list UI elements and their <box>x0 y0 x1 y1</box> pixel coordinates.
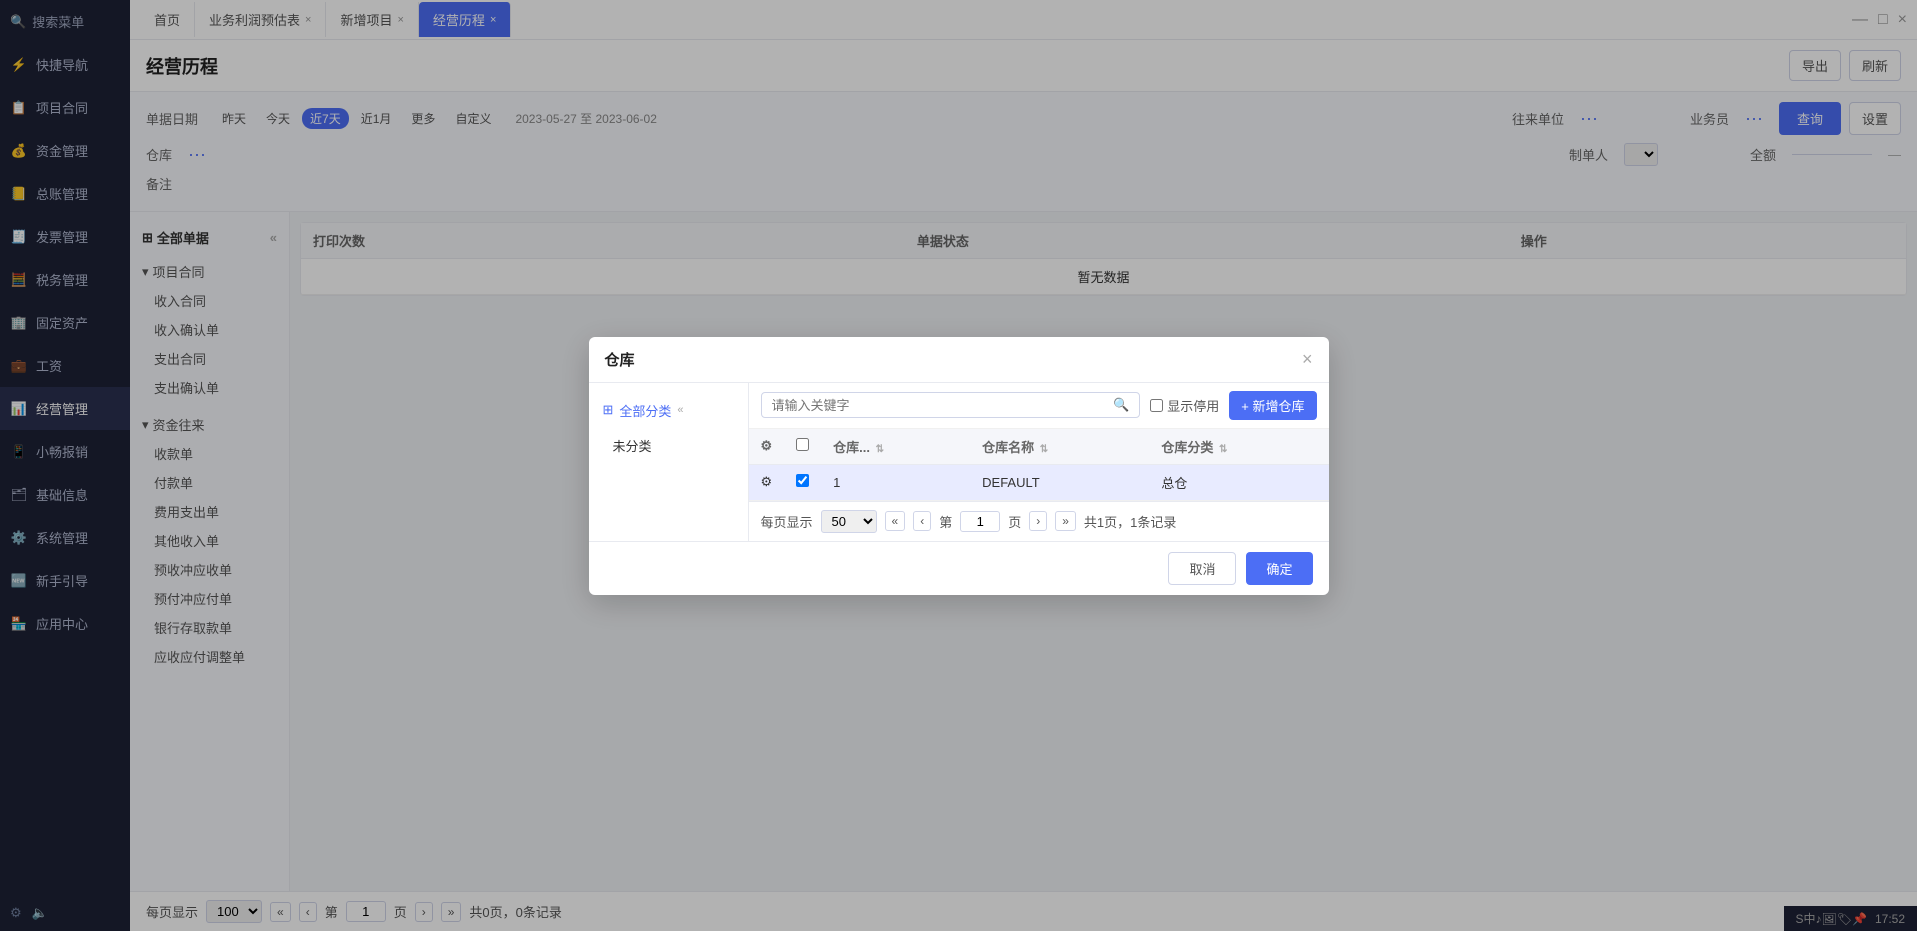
modal-overlay: 仓库 × ⊞ 全部分类 « 未分类 🔍 <box>0 0 1917 931</box>
modal-per-page-label: 每页显示 <box>761 512 813 531</box>
show-disabled-text: 显示停用 <box>1167 396 1219 415</box>
row-gear: ⚙ <box>749 464 785 500</box>
col-warehouse-code: 仓库... ⇅ <box>821 429 970 465</box>
modal-body: ⊞ 全部分类 « 未分类 🔍 显示停用 <box>589 383 1329 541</box>
col-warehouse-category: 仓库分类 ⇅ <box>1149 429 1328 465</box>
warehouse-modal: 仓库 × ⊞ 全部分类 « 未分类 🔍 <box>589 337 1329 595</box>
modal-header: 仓库 × <box>589 337 1329 383</box>
row-name: 总仓 <box>1149 464 1328 500</box>
modal-sidebar-uncategorized[interactable]: 未分类 <box>589 428 748 463</box>
modal-pagination: 每页显示 50 100 « ‹ 第 页 › » 共1页，1条记录 <box>749 501 1329 541</box>
sort-name-icon: ⇅ <box>1040 444 1048 455</box>
modal-title: 仓库 <box>605 349 635 370</box>
modal-total-label: 共1页，1条记录 <box>1084 512 1176 531</box>
col-gear: ⚙ <box>749 429 785 465</box>
modal-main: 🔍 显示停用 + 新增仓库 ⚙ <box>749 383 1329 541</box>
row-checkbox-1[interactable] <box>796 474 809 487</box>
modal-sidebar-all[interactable]: ⊞ 全部分类 « <box>589 393 748 428</box>
modal-sidebar-all-label: 全部分类 <box>619 401 671 420</box>
modal-action-bar: 取消 确定 <box>589 541 1329 595</box>
sort-category-icon: ⇅ <box>1219 444 1227 455</box>
modal-next-page[interactable]: › <box>1029 511 1047 531</box>
modal-sidebar-uncategorized-label: 未分类 <box>613 436 652 455</box>
row-code: DEFAULT <box>970 464 1149 500</box>
show-disabled-checkbox[interactable] <box>1150 399 1163 412</box>
col-warehouse-name: 仓库名称 ⇅ <box>970 429 1149 465</box>
modal-page-suffix: 页 <box>1008 512 1021 531</box>
modal-page-input[interactable] <box>960 511 1000 532</box>
show-disabled-label[interactable]: 显示停用 <box>1150 396 1219 415</box>
modal-last-page[interactable]: » <box>1055 511 1076 531</box>
modal-table-area: ⚙ 仓库... ⇅ 仓库名称 ⇅ <box>749 429 1329 501</box>
modal-per-page-select[interactable]: 50 100 <box>821 510 877 533</box>
modal-search-box: 🔍 <box>761 392 1141 418</box>
cancel-button[interactable]: 取消 <box>1168 552 1236 585</box>
row-num: 1 <box>821 464 970 500</box>
warehouse-row-1[interactable]: ⚙ 1 DEFAULT 总仓 <box>749 464 1329 500</box>
modal-sidebar-collapse[interactable]: « <box>677 404 683 416</box>
col-checkbox-header <box>784 429 821 465</box>
modal-sidebar: ⊞ 全部分类 « 未分类 <box>589 383 749 541</box>
add-warehouse-button[interactable]: + 新增仓库 <box>1229 391 1316 420</box>
confirm-button[interactable]: 确定 <box>1246 552 1312 585</box>
modal-search-input[interactable] <box>772 398 1108 413</box>
modal-table: ⚙ 仓库... ⇅ 仓库名称 ⇅ <box>749 429 1329 501</box>
modal-page-label: 第 <box>939 512 952 531</box>
modal-prev-page[interactable]: ‹ <box>913 511 931 531</box>
sort-code-icon: ⇅ <box>876 444 884 455</box>
row-checkbox <box>784 464 821 500</box>
grid-icon-2: ⊞ <box>603 402 614 418</box>
modal-close-button[interactable]: × <box>1302 349 1313 370</box>
modal-first-page[interactable]: « <box>885 511 906 531</box>
search-icon-2: 🔍 <box>1113 397 1129 413</box>
select-all-checkbox[interactable] <box>796 438 809 451</box>
modal-toolbar: 🔍 显示停用 + 新增仓库 <box>749 383 1329 429</box>
